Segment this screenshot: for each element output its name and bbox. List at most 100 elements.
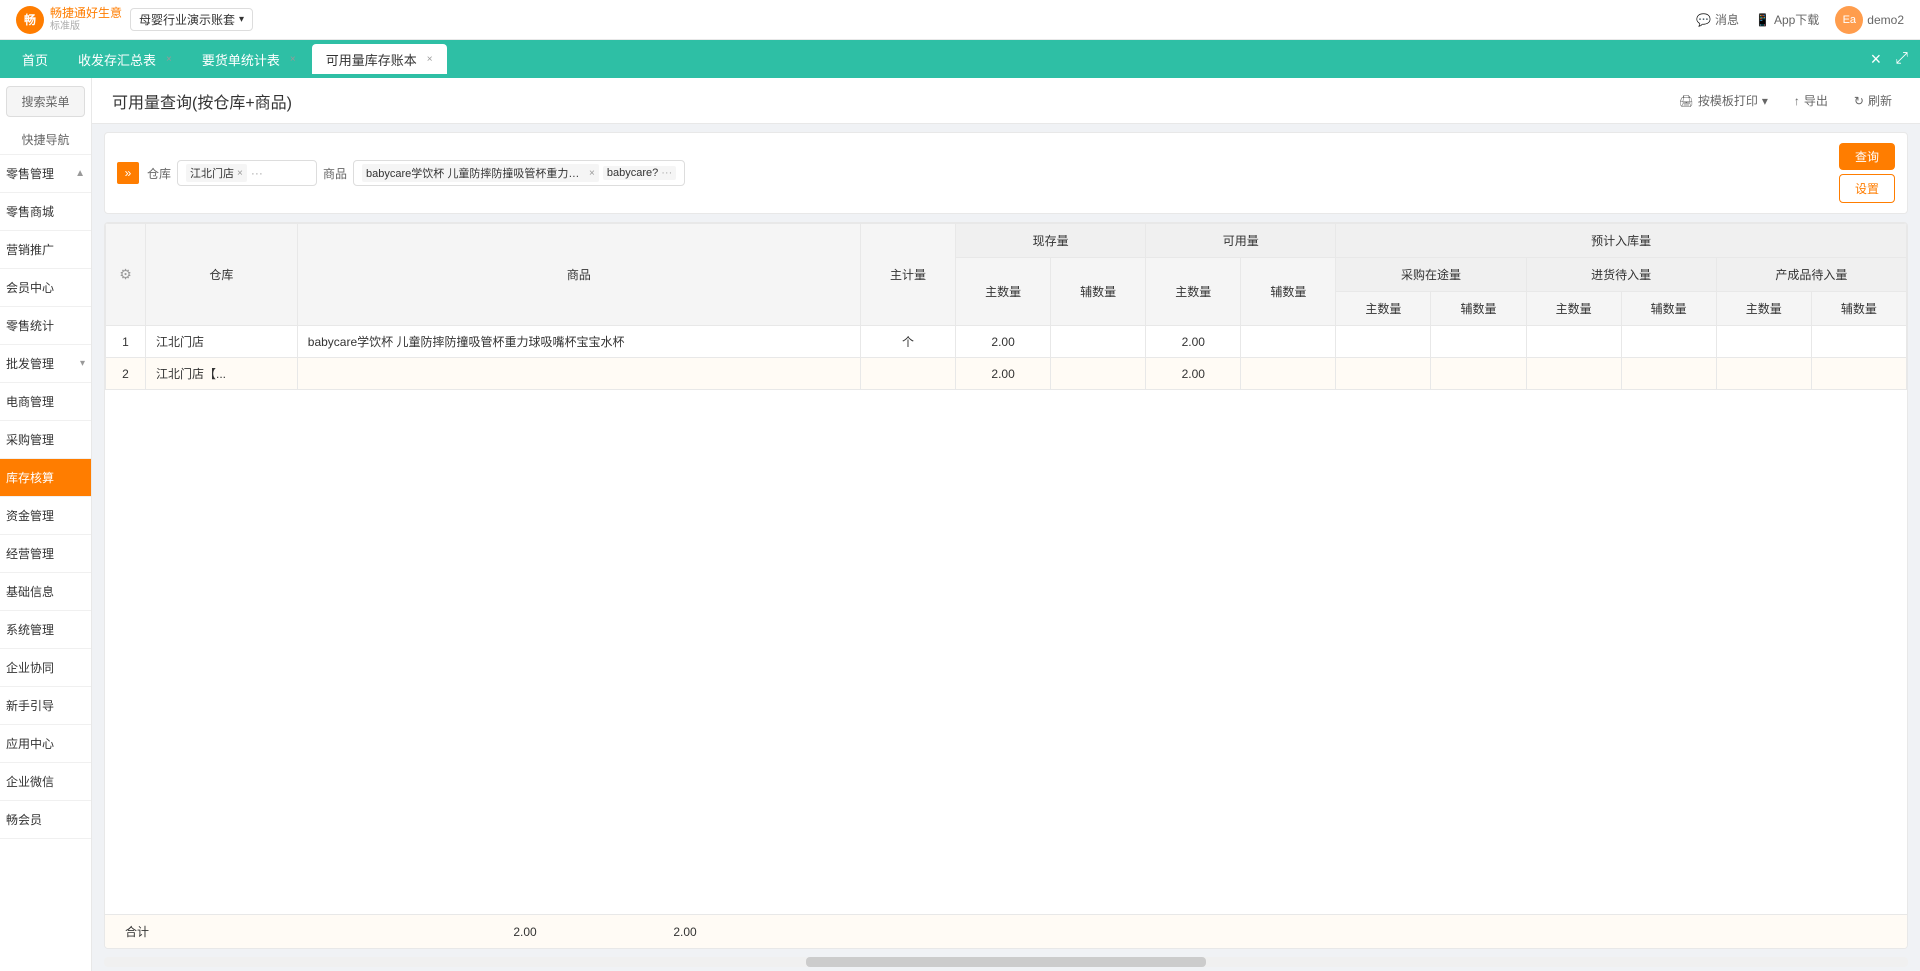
col-current-stock-header: 现存量 [956,224,1146,258]
sidebar-item-retail-mgmt[interactable]: 零售管理 ▲ [0,155,91,193]
message-btn[interactable]: 💬 消息 [1696,11,1739,28]
sidebar-item-finance[interactable]: 资金管理 [0,497,91,535]
store-selector[interactable]: 母婴行业演示账套 ▾ [130,8,253,31]
query-btn[interactable]: 查询 [1839,143,1895,170]
tab-inventory-close[interactable]: × [427,54,433,65]
tab-receivable[interactable]: 收发存汇总表 × [64,44,186,74]
close-all-tabs-btn[interactable]: × [1863,49,1890,70]
col-warehouse-header: 仓库 [146,224,298,326]
warehouse-filter-dots[interactable]: ··· [251,166,263,180]
tab-home[interactable]: 首页 [8,44,62,74]
scrollbar-thumb [806,957,1206,967]
row-unit-1: 个 [860,326,955,358]
sidebar-search-area: 搜索菜单 [0,78,91,125]
page-actions: 🖨 按模板打印 ▾ ↑ 导出 ↻ 刷新 [1671,88,1900,113]
sidebar-item-system[interactable]: 系统管理 [0,611,91,649]
sidebar-section: 零售管理 ▲ 零售商城 营销推广 会员中心 零售统计 批发管理 ▾ 电商管理 [0,155,91,839]
tab-receivable-label: 收发存汇总表 [78,50,156,69]
content-area: 可用量查询(按仓库+商品) 🖨 按模板打印 ▾ ↑ 导出 ↻ 刷新 [92,78,1920,971]
warehouse-tag-remove[interactable]: × [237,168,243,179]
sidebar-item-retail-mall[interactable]: 零售商城 [0,193,91,231]
sidebar: 搜索菜单 快捷导航 零售管理 ▲ 零售商城 营销推广 会员中心 零售统计 批发管… [0,78,92,971]
col-production-aux-header: 辅数量 [1811,292,1906,326]
row-purchase-main-1 [1336,326,1431,358]
bottom-scrollbar[interactable] [104,957,1908,967]
col-purchase-main-header: 主数量 [1336,292,1431,326]
row-purchase-main-2 [1336,358,1431,390]
user-name: demo2 [1867,13,1904,27]
refresh-btn[interactable]: ↻ 刷新 [1846,88,1900,113]
col-purchase-intransit-header: 采购在途量 [1336,258,1526,292]
sidebar-item-member[interactable]: 会员中心 [0,269,91,307]
expand-arrow-icon: ▲ [75,168,85,179]
product-tag-1-remove[interactable]: × [589,168,595,179]
sidebar-item-vip[interactable]: 畅会员 [0,801,91,839]
col-available-header: 可用量 [1146,224,1336,258]
col-purchase-aux-header: 辅数量 [1431,292,1526,326]
sidebar-item-marketing[interactable]: 营销推广 [0,231,91,269]
top-bar-left: 畅 畅捷通好生意 标准版 母婴行业演示账套 ▾ [16,6,253,34]
print-template-btn[interactable]: 🖨 按模板打印 ▾ [1671,88,1776,113]
sidebar-item-retail-stats[interactable]: 零售统计 [0,307,91,345]
tab-order[interactable]: 要货单统计表 × [188,44,310,74]
quick-nav-btn[interactable]: 快捷导航 [0,125,91,155]
refresh-label: 刷新 [1868,92,1892,109]
message-icon: 💬 [1696,13,1711,27]
filter-group: 仓库 江北门店 × ··· 商品 babycare学饮杯 儿童防摔防撞吸管杯重力… [147,160,1831,186]
tab-order-close[interactable]: × [290,54,296,65]
row-current-main-1: 2.00 [956,326,1051,358]
product-filter-dots[interactable]: ··· [661,167,672,179]
sidebar-item-inventory-check[interactable]: 库存核算 [0,459,91,497]
brand-subtitle: 标准版 [50,21,122,33]
row-avail-main-2: 2.00 [1146,358,1241,390]
store-name: 母婴行业演示账套 [139,11,235,28]
expand-tabs-btn[interactable]: ⤢ [1891,50,1912,68]
print-label: 按模板打印 [1698,92,1758,109]
sidebar-item-guide[interactable]: 新手引导 [0,687,91,725]
inventory-table: ⚙ 仓库 商品 主计量 现存量 可用量 预计入库量 主数量 辅数量 [105,223,1907,390]
col-settings-header[interactable]: ⚙ [106,224,146,326]
export-btn[interactable]: ↑ 导出 [1786,88,1836,113]
sidebar-item-ecommerce[interactable]: 电商管理 [0,383,91,421]
settings-btn[interactable]: 设置 [1839,174,1895,203]
main-layout: 搜索菜单 快捷导航 零售管理 ▲ 零售商城 营销推广 会员中心 零售统计 批发管… [0,78,1920,971]
footer-label: 合计 [115,923,485,940]
export-icon: ↑ [1794,94,1800,108]
col-avail-main-header: 主数量 [1146,258,1241,326]
tab-receivable-close[interactable]: × [166,54,172,65]
col-incoming-aux-header: 辅数量 [1621,292,1716,326]
tab-order-label: 要货单统计表 [202,50,280,69]
tab-home-label: 首页 [22,50,48,69]
sidebar-item-app-center[interactable]: 应用中心 [0,725,91,763]
user-avatar-btn[interactable]: Ea demo2 [1835,6,1904,34]
table-row: 1 江北门店 babycare学饮杯 儿童防摔防撞吸管杯重力球吸嘴杯宝宝水杯 个… [106,326,1907,358]
sidebar-item-wechat[interactable]: 企业微信 [0,763,91,801]
col-production-pending-header: 产成品待入量 [1716,258,1906,292]
tab-inventory[interactable]: 可用量库存账本 × [312,44,447,74]
sidebar-item-ops[interactable]: 经营管理 [0,535,91,573]
sidebar-item-basic[interactable]: 基础信息 [0,573,91,611]
page-title: 可用量查询(按仓库+商品) [112,89,292,113]
search-menu-btn[interactable]: 搜索菜单 [6,86,85,117]
col-unit-header: 主计量 [860,224,955,326]
row-avail-main-1: 2.00 [1146,326,1241,358]
filter-expand-btn[interactable]: » [117,162,139,184]
col-incoming-pending-header: 进货待入量 [1526,258,1716,292]
nav-tabs: 首页 收发存汇总表 × 要货单统计表 × 可用量库存账本 × × ⤢ [0,40,1920,78]
sidebar-item-enterprise[interactable]: 企业协同 [0,649,91,687]
col-current-main-header: 主数量 [956,258,1051,326]
col-production-main-header: 主数量 [1716,292,1811,326]
brand-icon: 畅 [16,6,44,34]
row-incoming-main-2 [1526,358,1621,390]
row-current-aux-1 [1051,326,1146,358]
product-filter-label: 商品 [323,165,347,182]
sidebar-item-wholesale[interactable]: 批发管理 ▾ [0,345,91,383]
sidebar-item-purchase[interactable]: 采购管理 [0,421,91,459]
product-filter-input[interactable]: babycare学饮杯 儿童防摔防撞吸管杯重力球吸嘴杯宝宝水杯 × babyca… [353,160,685,186]
warehouse-tag: 江北门店 × [186,164,247,182]
warehouse-filter-input[interactable]: 江北门店 × ··· [177,160,317,186]
col-incoming-main-header: 主数量 [1526,292,1621,326]
warehouse-tag-value: 江北门店 [190,165,234,181]
table-wrapper[interactable]: ⚙ 仓库 商品 主计量 现存量 可用量 预计入库量 主数量 辅数量 [105,223,1907,914]
app-download-btn[interactable]: 📱 App下载 [1755,11,1819,28]
